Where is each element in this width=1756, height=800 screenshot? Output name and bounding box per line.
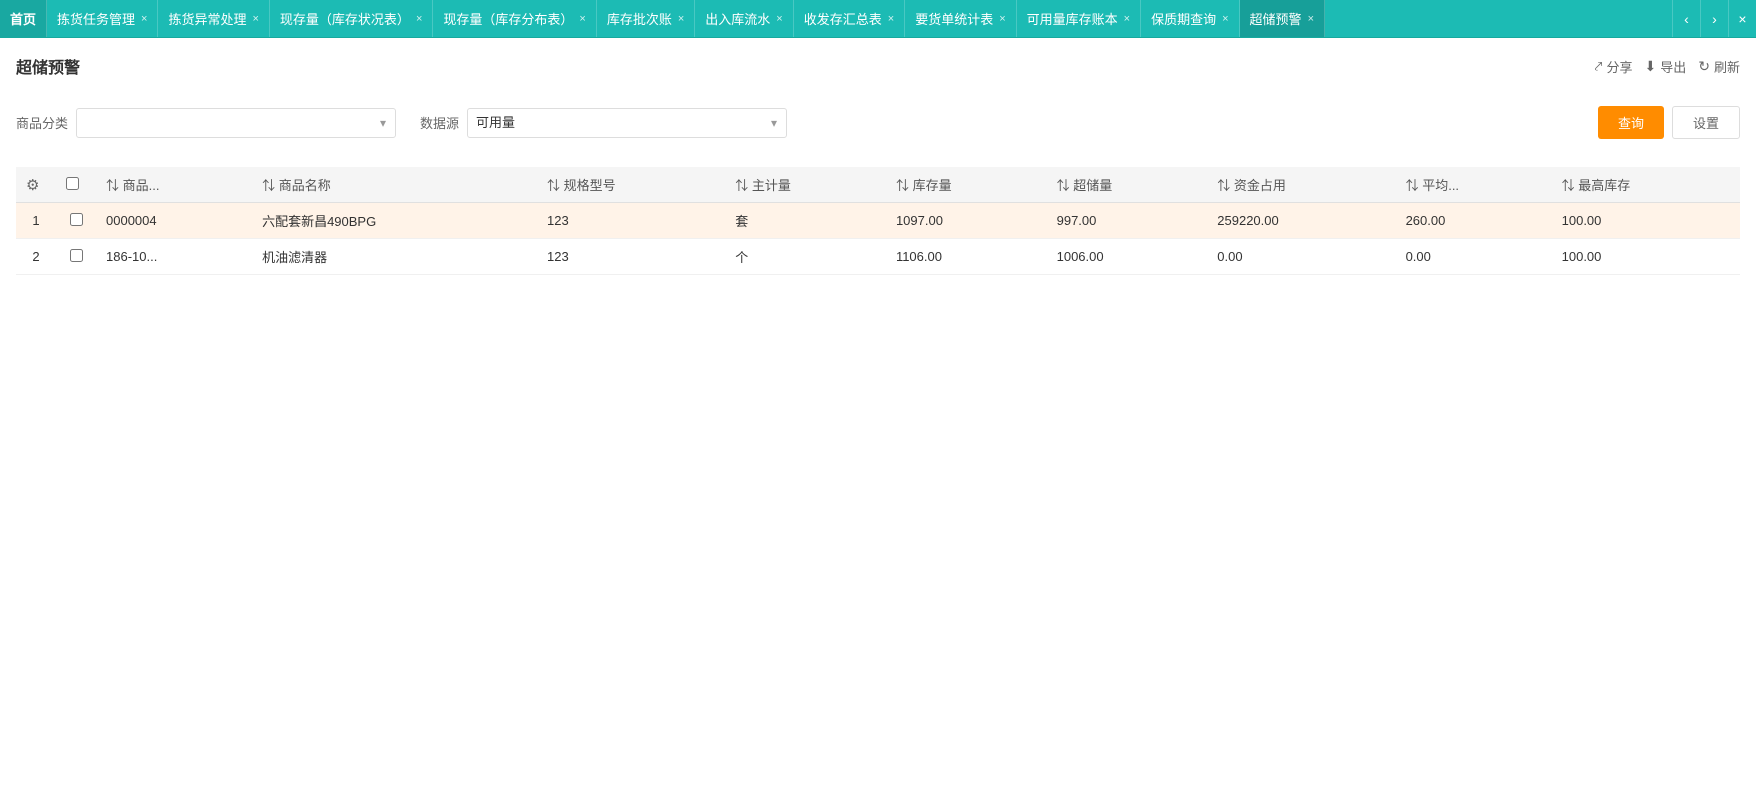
close-collect-icon[interactable]: × bbox=[888, 13, 894, 25]
row-unit-2: 个 bbox=[725, 239, 886, 275]
settings-button[interactable]: 设置 bbox=[1672, 106, 1740, 139]
row-overstock-2: 1006.00 bbox=[1047, 239, 1208, 275]
col-unit-header[interactable]: ⇅ 主计量 bbox=[725, 167, 886, 203]
export-icon: ⬇ bbox=[1645, 58, 1657, 75]
filter-actions: 查询 设置 bbox=[1598, 106, 1740, 139]
refresh-icon: ↻ bbox=[1698, 58, 1710, 75]
row-spec-1: 123 bbox=[537, 203, 725, 239]
row-unit-1: 套 bbox=[725, 203, 886, 239]
row-checkbox-input-2[interactable] bbox=[70, 249, 83, 262]
col-settings: ⚙ bbox=[16, 167, 56, 203]
col-spec-header[interactable]: ⇅ 规格型号 bbox=[537, 167, 725, 203]
category-select-wrapper bbox=[76, 108, 396, 138]
nav-item-batch[interactable]: 库存批次账 × bbox=[597, 0, 695, 37]
datasource-filter-group: 数据源 可用量 库存量 bbox=[420, 108, 787, 138]
row-index-1: 1 bbox=[16, 203, 56, 239]
table-row: 2 186-10... 机油滤清器 123 个 1106.00 1006.00 … bbox=[16, 239, 1740, 275]
nav-item-stock-status[interactable]: 现存量（库存状况表） × bbox=[270, 0, 433, 37]
nav-item-home[interactable]: 首页 bbox=[0, 0, 47, 37]
nav-item-collect[interactable]: 收发存汇总表 × bbox=[794, 0, 905, 37]
share-icon: ⤤ bbox=[1595, 58, 1603, 75]
row-stock-1: 1097.00 bbox=[886, 203, 1047, 239]
category-label: 商品分类 bbox=[16, 113, 68, 132]
close-stock-dist-icon[interactable]: × bbox=[579, 13, 585, 25]
col-checkbox-header bbox=[56, 167, 96, 203]
top-nav: 首页 拣货任务管理 × 拣货异常处理 × 现存量（库存状况表） × 现存量（库存… bbox=[0, 0, 1756, 38]
nav-item-overstock[interactable]: 超储预警 × bbox=[1240, 0, 1325, 37]
nav-item-abnormal[interactable]: 拣货异常处理 × bbox=[158, 0, 269, 37]
row-name-2: 机油滤清器 bbox=[252, 239, 537, 275]
nav-item-task[interactable]: 拣货任务管理 × bbox=[47, 0, 158, 37]
nav-item-stock-dist[interactable]: 现存量（库存分布表） × bbox=[433, 0, 596, 37]
col-max-stock-header[interactable]: ⇅ 最高库存 bbox=[1552, 167, 1740, 203]
data-table: ⚙ ⇅ 商品... ⇅ 商品名称 ⇅ 规格型号 ⇅ bbox=[16, 167, 1740, 275]
datasource-select-wrapper: 可用量 库存量 bbox=[467, 108, 787, 138]
row-code-2: 186-10... bbox=[96, 239, 252, 275]
close-order-stat-icon[interactable]: × bbox=[999, 13, 1005, 25]
close-overstock-icon[interactable]: × bbox=[1308, 13, 1314, 25]
nav-arrow-close[interactable]: × bbox=[1728, 0, 1756, 37]
row-stock-2: 1106.00 bbox=[886, 239, 1047, 275]
row-name-1: 六配套新昌490BPG bbox=[252, 203, 537, 239]
category-filter-group: 商品分类 bbox=[16, 108, 396, 138]
query-button[interactable]: 查询 bbox=[1598, 106, 1664, 139]
row-avg-2: 0.00 bbox=[1396, 239, 1552, 275]
close-inout-icon[interactable]: × bbox=[776, 13, 782, 25]
row-capital-1: 259220.00 bbox=[1207, 203, 1395, 239]
table-row: 1 0000004 六配套新昌490BPG 123 套 1097.00 997.… bbox=[16, 203, 1740, 239]
col-overstock-header[interactable]: ⇅ 超储量 bbox=[1047, 167, 1208, 203]
export-button[interactable]: ⬇ 导出 bbox=[1645, 57, 1687, 76]
category-select[interactable] bbox=[76, 108, 396, 138]
col-code-header[interactable]: ⇅ 商品... bbox=[96, 167, 252, 203]
row-max-stock-2: 100.00 bbox=[1552, 239, 1740, 275]
nav-arrow-right[interactable]: › bbox=[1700, 0, 1728, 37]
nav-item-order-stat[interactable]: 要货单统计表 × bbox=[905, 0, 1016, 37]
datasource-select[interactable]: 可用量 库存量 bbox=[467, 108, 787, 138]
col-stock-header[interactable]: ⇅ 库存量 bbox=[886, 167, 1047, 203]
row-code-1: 0000004 bbox=[96, 203, 252, 239]
filter-row: 商品分类 数据源 可用量 库存量 查询 设置 bbox=[16, 94, 1740, 151]
row-avg-1: 260.00 bbox=[1396, 203, 1552, 239]
row-spec-2: 123 bbox=[537, 239, 725, 275]
close-avail-stock-icon[interactable]: × bbox=[1124, 13, 1130, 25]
nav-item-avail-stock[interactable]: 可用量库存账本 × bbox=[1017, 0, 1141, 37]
nav-arrow-left[interactable]: ‹ bbox=[1672, 0, 1700, 37]
col-name-header[interactable]: ⇅ 商品名称 bbox=[252, 167, 537, 203]
close-batch-icon[interactable]: × bbox=[678, 13, 684, 25]
page-header: 超储预警 ⤤ 分享 ⬇ 导出 ↻ 刷新 bbox=[16, 54, 1740, 78]
datasource-label: 数据源 bbox=[420, 113, 459, 132]
refresh-button[interactable]: ↻ 刷新 bbox=[1698, 57, 1740, 76]
table-header-row: ⚙ ⇅ 商品... ⇅ 商品名称 ⇅ 规格型号 ⇅ bbox=[16, 167, 1740, 203]
header-actions: ⤤ 分享 ⬇ 导出 ↻ 刷新 bbox=[1595, 57, 1740, 76]
nav-arrows: ‹ › × bbox=[1672, 0, 1756, 37]
nav-item-inout[interactable]: 出入库流水 × bbox=[695, 0, 793, 37]
close-abnormal-icon[interactable]: × bbox=[252, 13, 258, 25]
share-button[interactable]: ⤤ 分享 bbox=[1595, 57, 1633, 76]
close-stock-status-icon[interactable]: × bbox=[416, 13, 422, 25]
row-capital-2: 0.00 bbox=[1207, 239, 1395, 275]
close-quality-icon[interactable]: × bbox=[1222, 13, 1228, 25]
table-settings-icon[interactable]: ⚙ bbox=[26, 177, 39, 194]
row-max-stock-1: 100.00 bbox=[1552, 203, 1740, 239]
row-index-2: 2 bbox=[16, 239, 56, 275]
col-avg-header[interactable]: ⇅ 平均... bbox=[1396, 167, 1552, 203]
row-checkbox-2 bbox=[56, 239, 96, 275]
select-all-checkbox[interactable] bbox=[66, 177, 79, 190]
close-task-icon[interactable]: × bbox=[141, 13, 147, 25]
row-checkbox-1 bbox=[56, 203, 96, 239]
page-title: 超储预警 bbox=[16, 54, 80, 78]
main-content: 超储预警 ⤤ 分享 ⬇ 导出 ↻ 刷新 商品分类 bbox=[0, 38, 1756, 800]
col-capital-header[interactable]: ⇅ 资金占用 bbox=[1207, 167, 1395, 203]
row-checkbox-input-1[interactable] bbox=[70, 213, 83, 226]
row-overstock-1: 997.00 bbox=[1047, 203, 1208, 239]
nav-item-quality[interactable]: 保质期查询 × bbox=[1141, 0, 1239, 37]
